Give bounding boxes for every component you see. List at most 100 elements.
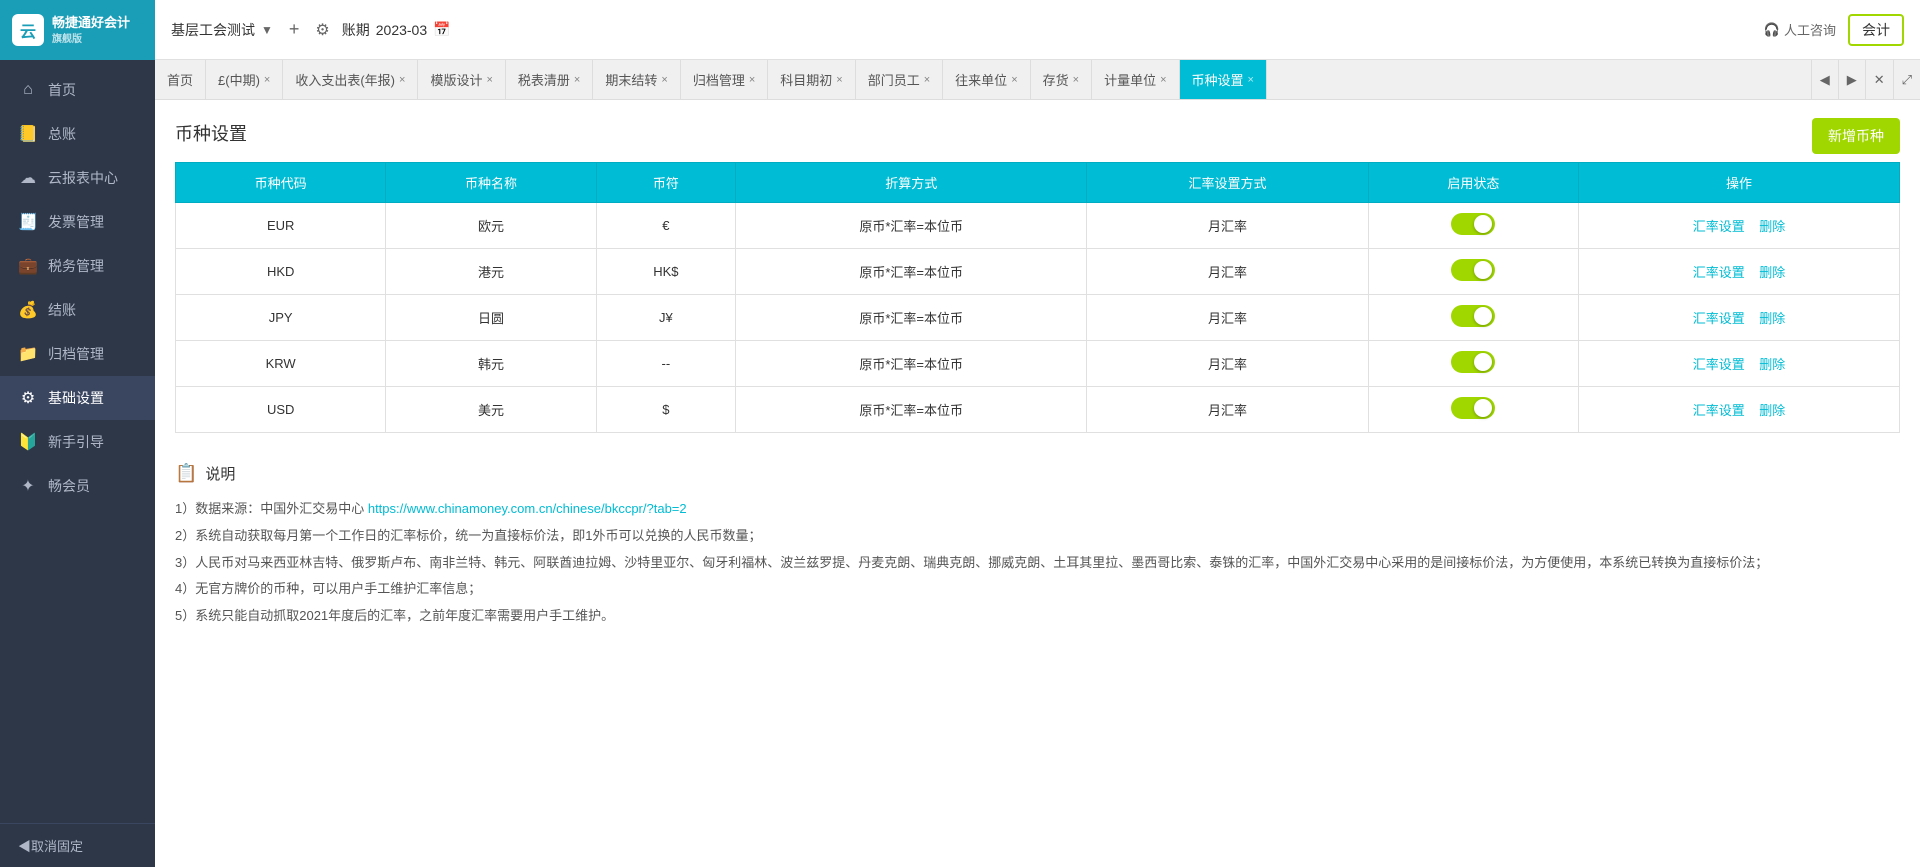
tab-close-partners[interactable]: ×: [1011, 74, 1017, 86]
table-cell: 月汇率: [1087, 249, 1368, 295]
tab-expand-button[interactable]: ⤢: [1893, 60, 1920, 100]
topbar: 基层工会测试 ▼ + ⚙ 账期 2023-03 📅 🎧 人工咨询 会计: [155, 0, 1920, 60]
project-selector[interactable]: 基层工会测试 ▼: [171, 20, 273, 40]
tabbar: 首页£(中期) ×收入支出表(年报) ×模版设计 ×税表清册 ×期末结转 ×归档…: [155, 60, 1920, 100]
tab-label-inventory: 存货: [1043, 70, 1069, 89]
tab-close-dept[interactable]: ×: [924, 74, 930, 86]
period-selector[interactable]: 账期 2023-03 📅: [342, 20, 451, 40]
logo-icon: 云: [12, 14, 44, 46]
tab-close-balance[interactable]: ×: [264, 74, 270, 86]
table-cell: EUR: [176, 203, 386, 249]
rate-settings-link[interactable]: 汇率设置: [1693, 265, 1745, 280]
sidebar-item-invoice[interactable]: 🧾 发票管理: [0, 200, 155, 244]
col-header: 币种代码: [176, 163, 386, 203]
new-currency-button[interactable]: 新增币种: [1812, 118, 1900, 154]
status-toggle[interactable]: [1451, 213, 1495, 235]
archive-icon: 📁: [18, 344, 38, 364]
delete-link[interactable]: 删除: [1759, 265, 1785, 280]
delete-link[interactable]: 删除: [1759, 403, 1785, 418]
sidebar-item-guide[interactable]: 🔰 新手引导: [0, 420, 155, 464]
content-area: 币种设置 新增币种 币种代码币种名称币符折算方式汇率设置方式启用状态操作 EUR…: [155, 100, 1920, 867]
sidebar-item-archive[interactable]: 📁 归档管理: [0, 332, 155, 376]
tab-inventory[interactable]: 存货 ×: [1031, 60, 1092, 99]
tab-prev-button[interactable]: ◀: [1811, 60, 1838, 100]
sidebar-pin[interactable]: ◀取消固定: [0, 823, 155, 867]
sidebar-nav: ⌂ 首页📒 总账☁ 云报表中心🧾 发票管理💼 税务管理💰 结账📁 归档管理⚙ 基…: [0, 60, 155, 823]
tab-label-dept: 部门员工: [868, 70, 920, 89]
notes-item: 5）系统只能自动抓取2021年度后的汇率，之前年度汇率需要用户手工维护。: [175, 603, 1900, 630]
tab-currency[interactable]: 币种设置 ×: [1180, 60, 1267, 99]
tab-close-period_end[interactable]: ×: [661, 74, 667, 86]
sidebar-label-invoice: 发票管理: [48, 212, 104, 232]
notes-header: 📋 说明: [175, 463, 1900, 484]
toggle-knob: [1474, 399, 1492, 417]
settings-icon[interactable]: ⚙: [315, 20, 329, 40]
help-button[interactable]: 🎧 人工咨询: [1764, 20, 1836, 39]
delete-link[interactable]: 删除: [1759, 219, 1785, 234]
table-row: USD美元$原币*汇率=本位币月汇率 汇率设置 删除: [176, 387, 1900, 433]
rate-settings-link[interactable]: 汇率设置: [1693, 311, 1745, 326]
reports-icon: ☁: [18, 168, 38, 188]
delete-link[interactable]: 删除: [1759, 311, 1785, 326]
tab-subject[interactable]: 科目期初 ×: [768, 60, 855, 99]
add-tab-button[interactable]: +: [285, 19, 304, 40]
rate-settings-link[interactable]: 汇率设置: [1693, 403, 1745, 418]
tab-balance[interactable]: £(中期) ×: [206, 60, 283, 99]
table-cell: USD: [176, 387, 386, 433]
tab-dept[interactable]: 部门员工 ×: [856, 60, 943, 99]
tab-close-archive[interactable]: ×: [749, 74, 755, 86]
tab-next-button[interactable]: ▶: [1838, 60, 1865, 100]
tab-home[interactable]: 首页: [155, 60, 206, 99]
ledger-icon: 📒: [18, 124, 38, 144]
tab-archive[interactable]: 归档管理 ×: [681, 60, 768, 99]
sidebar-item-settings[interactable]: ⚙ 基础设置: [0, 376, 155, 420]
tab-close-currency[interactable]: ×: [1248, 74, 1254, 86]
sidebar-label-tax: 税务管理: [48, 256, 104, 276]
tab-close-tax[interactable]: ×: [574, 74, 580, 86]
status-toggle[interactable]: [1451, 397, 1495, 419]
tab-period_end[interactable]: 期末结转 ×: [593, 60, 680, 99]
tab-tax[interactable]: 税表清册 ×: [506, 60, 593, 99]
table-cell: 月汇率: [1087, 203, 1368, 249]
sidebar-item-reports[interactable]: ☁ 云报表中心: [0, 156, 155, 200]
sidebar-item-home[interactable]: ⌂ 首页: [0, 68, 155, 112]
status-toggle[interactable]: [1451, 259, 1495, 281]
tab-label-income: 收入支出表(年报): [295, 70, 395, 89]
sidebar-item-checkout[interactable]: 💰 结账: [0, 288, 155, 332]
tab-template[interactable]: 模版设计 ×: [418, 60, 505, 99]
table-cell: 原币*汇率=本位币: [736, 387, 1087, 433]
account-button[interactable]: 会计: [1848, 14, 1904, 46]
logo-name: 畅捷通好会计: [52, 15, 130, 31]
table-row: HKD港元HK$原币*汇率=本位币月汇率 汇率设置 删除: [176, 249, 1900, 295]
sidebar-label-ledger: 总账: [48, 124, 76, 144]
col-header: 币符: [596, 163, 735, 203]
status-toggle[interactable]: [1451, 351, 1495, 373]
delete-link[interactable]: 删除: [1759, 357, 1785, 372]
tab-close-inventory[interactable]: ×: [1073, 74, 1079, 86]
table-cell: 原币*汇率=本位币: [736, 249, 1087, 295]
table-cell: 原币*汇率=本位币: [736, 341, 1087, 387]
table-cell: 日圆: [386, 295, 596, 341]
project-name: 基层工会测试: [171, 20, 255, 40]
notes-link[interactable]: https://www.chinamoney.com.cn/chinese/bk…: [368, 501, 687, 516]
tab-close-income[interactable]: ×: [399, 74, 405, 86]
tab-unit[interactable]: 计量单位 ×: [1092, 60, 1179, 99]
sidebar-item-tax[interactable]: 💼 税务管理: [0, 244, 155, 288]
tab-close-template[interactable]: ×: [486, 74, 492, 86]
tab-close-all-button[interactable]: ✕: [1865, 60, 1893, 100]
sidebar-item-ledger[interactable]: 📒 总账: [0, 112, 155, 156]
sidebar-item-member[interactable]: ✦ 畅会员: [0, 464, 155, 508]
tab-partners[interactable]: 往来单位 ×: [943, 60, 1030, 99]
tab-income[interactable]: 收入支出表(年报) ×: [283, 60, 418, 99]
tab-close-subject[interactable]: ×: [836, 74, 842, 86]
tab-label-period_end: 期末结转: [605, 70, 657, 89]
rate-settings-link[interactable]: 汇率设置: [1693, 357, 1745, 372]
table-row: JPY日圆J¥原币*汇率=本位币月汇率 汇率设置 删除: [176, 295, 1900, 341]
table-cell: €: [596, 203, 735, 249]
rate-settings-link[interactable]: 汇率设置: [1693, 219, 1745, 234]
topbar-right: 🎧 人工咨询 会计: [1764, 14, 1904, 46]
status-toggle[interactable]: [1451, 305, 1495, 327]
sidebar-label-member: 畅会员: [48, 476, 90, 496]
tab-close-unit[interactable]: ×: [1160, 74, 1166, 86]
tab-label-currency: 币种设置: [1192, 70, 1244, 89]
